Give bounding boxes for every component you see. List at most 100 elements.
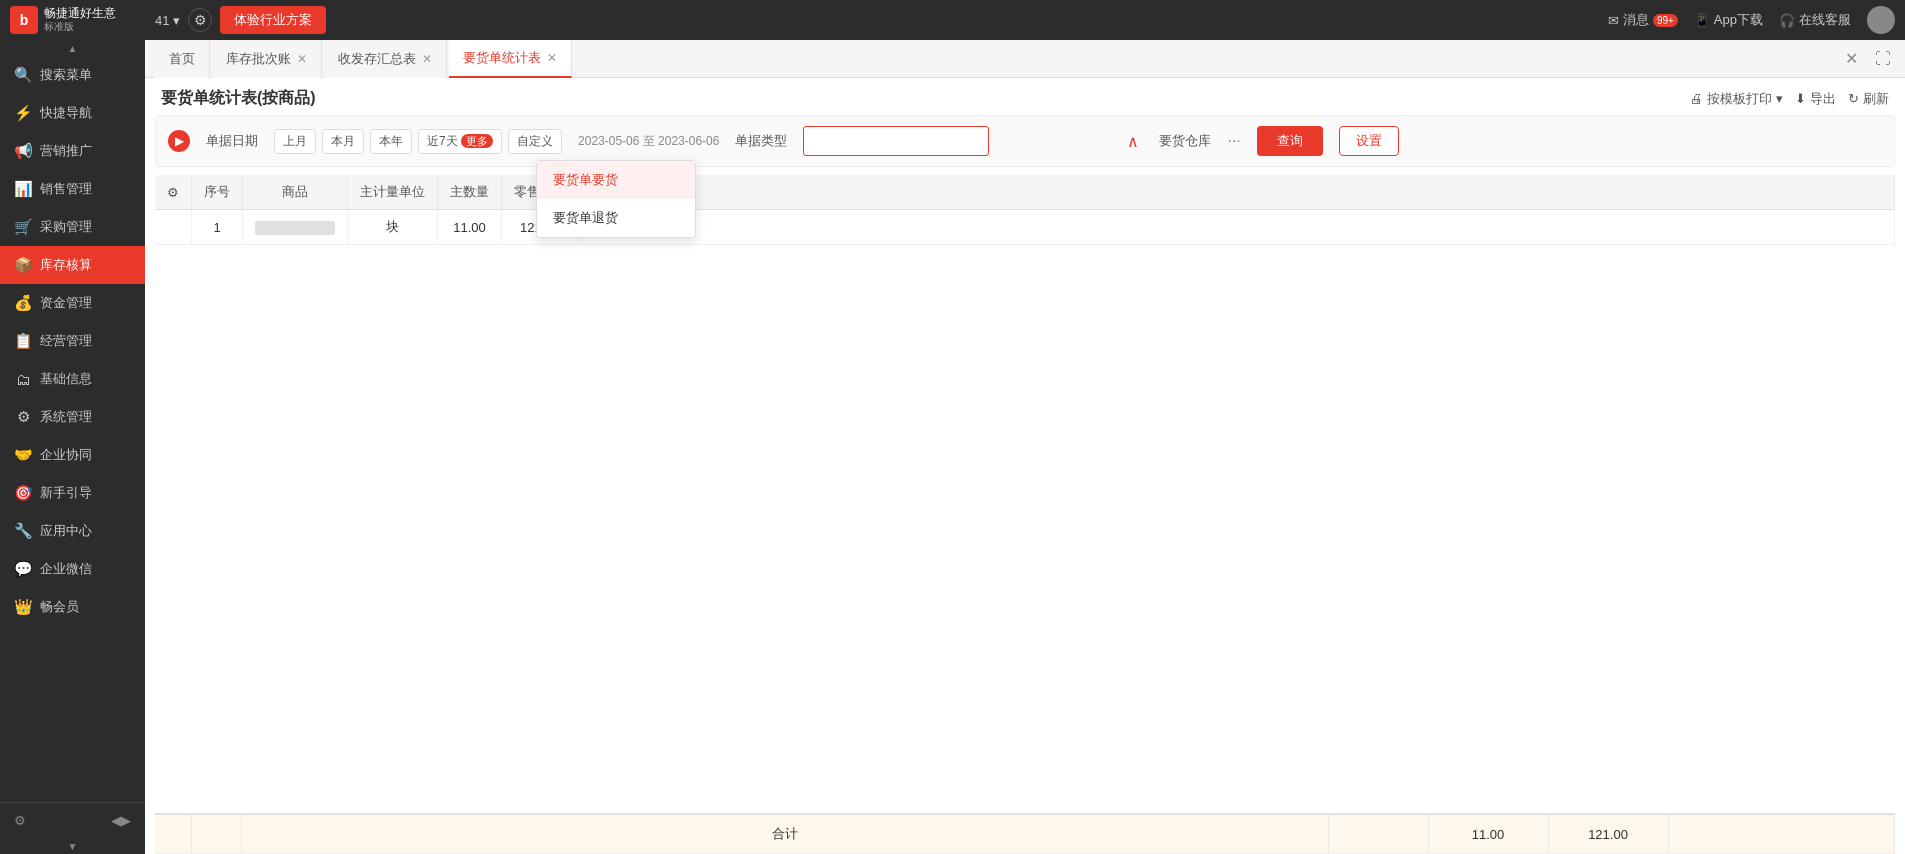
sidebar-item-system[interactable]: ⚙ 系统管理: [0, 398, 145, 436]
sidebar-item-base-info[interactable]: 🗂 基础信息: [0, 360, 145, 398]
online-service-button[interactable]: 🎧 在线客服: [1779, 11, 1851, 29]
tab-close-order-stats[interactable]: ✕: [547, 51, 557, 65]
sidebar-item-purchase[interactable]: 🛒 采购管理: [0, 208, 145, 246]
page-actions: 🖨 按模板打印 ▾ ⬇ 导出 ↻ 刷新: [1690, 90, 1889, 108]
tab-receivable-summary[interactable]: 收发存汇总表 ✕: [324, 40, 447, 78]
column-settings-icon[interactable]: ⚙: [167, 185, 179, 200]
sidebar-item-wechat[interactable]: 💬 企业微信: [0, 550, 145, 588]
sidebar-label-member: 畅会员: [40, 598, 79, 616]
col-empty-header: [579, 175, 1895, 210]
sidebar-item-enterprise[interactable]: 🤝 企业协同: [0, 436, 145, 474]
sidebar-scroll-up[interactable]: ▲: [0, 40, 145, 56]
table-row: 1 块 11.00 121.00: [155, 210, 1895, 245]
sidebar-icon-guide: 🎯: [14, 484, 32, 502]
row-unit-cell: 块: [348, 210, 438, 245]
filter-expand-button[interactable]: ▶: [168, 130, 190, 152]
tab-bar-right: ✕ ⛶: [1839, 47, 1905, 71]
app-download-button[interactable]: 📱 App下载: [1694, 11, 1763, 29]
col-product-header: 商品: [243, 175, 348, 210]
sidebar-icon-wechat: 💬: [14, 560, 32, 578]
service-icon: 🎧: [1779, 13, 1795, 28]
tab-close-inventory-batch[interactable]: ✕: [297, 52, 307, 66]
row-empty-cell: [579, 210, 1895, 245]
sidebar-label-base-info: 基础信息: [40, 370, 92, 388]
refresh-label: 刷新: [1863, 90, 1889, 108]
sidebar-label-purchase: 采购管理: [40, 218, 92, 236]
sidebar-label-marketing: 营销推广: [40, 142, 92, 160]
sidebar-icon-purchase: 🛒: [14, 218, 32, 236]
sidebar-scroll-down[interactable]: ▼: [0, 838, 145, 854]
table-area: ⚙ 序号 商品 主计量单位 主数量 零售金额: [155, 175, 1895, 813]
dropdown-item-0[interactable]: 要货单要货: [537, 161, 695, 199]
date-range-text: 2023-05-06 至 2023-06-06: [578, 133, 719, 150]
tab-bar: 首页库存批次账✕ 收发存汇总表 ✕ 要货单统计表 ✕ ✕ ⛶: [145, 40, 1905, 78]
sidebar-item-member[interactable]: 👑 畅会员: [0, 588, 145, 626]
date-this-month-button[interactable]: 本月: [322, 129, 364, 154]
logo-name: 畅捷通好生意: [44, 6, 116, 20]
chevron-down-icon: ▾: [173, 13, 180, 28]
setting-button[interactable]: 设置: [1339, 126, 1399, 156]
sidebar-icon-inventory: 📦: [14, 256, 32, 274]
sidebar-item-quick-nav[interactable]: ⚡ 快捷导航: [0, 94, 145, 132]
avatar[interactable]: [1867, 6, 1895, 34]
sidebar-label-inventory: 库存核算: [40, 256, 92, 274]
sidebar-item-sales[interactable]: 📊 销售管理: [0, 170, 145, 208]
sidebar-label-guide: 新手引导: [40, 484, 92, 502]
date-last-month-button[interactable]: 上月: [274, 129, 316, 154]
page-content: 要货单统计表(按商品) 🖨 按模板打印 ▾ ⬇ 导出 ↻ 刷新: [145, 78, 1905, 854]
tab-close-all-button[interactable]: ✕: [1839, 47, 1863, 71]
date-custom-button[interactable]: 自定义: [508, 129, 562, 154]
row-qty-cell: 11.00: [438, 210, 502, 245]
row-settings-cell: [155, 210, 192, 245]
message-label: 消息: [1623, 11, 1649, 29]
type-dropdown: 要货单要货 要货单退货: [536, 160, 696, 238]
tab-close-receivable-summary[interactable]: ✕: [422, 52, 432, 66]
warehouse-more-button[interactable]: ···: [1227, 132, 1240, 150]
logo-area: b 畅捷通好生意 标准版: [10, 6, 155, 34]
export-button[interactable]: ⬇ 导出: [1795, 90, 1836, 108]
print-label: 按模板打印: [1707, 90, 1772, 108]
filter-row: ▶ 单据日期 上月 本月 本年 近7天 更多 自定义 2023-05-06 至 …: [168, 126, 1882, 156]
sidebar-icon-operations: 📋: [14, 332, 32, 350]
print-button[interactable]: 🖨 按模板打印 ▾: [1690, 90, 1783, 108]
query-button[interactable]: 查询: [1257, 126, 1323, 156]
sidebar-settings-icon[interactable]: ⚙: [14, 813, 26, 828]
type-filter-clear-icon[interactable]: ∧: [1127, 132, 1139, 151]
sidebar-item-app-center[interactable]: 🔧 应用中心: [0, 512, 145, 550]
sidebar-label-system: 系统管理: [40, 408, 92, 426]
tab-home[interactable]: 首页: [155, 40, 210, 78]
dropdown-item-1[interactable]: 要货单退货: [537, 199, 695, 237]
top-header: b 畅捷通好生意 标准版 41 ▾ ⚙ 体验行业方案 ✉ 消息 99+ 📱 Ap…: [0, 0, 1905, 40]
date-7days-button[interactable]: 近7天 更多: [418, 129, 502, 154]
tab-expand-button[interactable]: ⛶: [1871, 47, 1895, 71]
store-name: 41: [155, 13, 169, 28]
sidebar-item-inventory[interactable]: 📦 库存核算: [0, 246, 145, 284]
refresh-icon: ↻: [1848, 91, 1859, 106]
sidebar-collapse-icon[interactable]: ◀▶: [111, 813, 131, 828]
sidebar-item-marketing[interactable]: 📢 营销推广: [0, 132, 145, 170]
refresh-button[interactable]: ↻ 刷新: [1848, 90, 1889, 108]
store-selector[interactable]: 41 ▾: [155, 13, 180, 28]
row-product-cell: [243, 210, 348, 245]
table-header-row: ⚙ 序号 商品 主计量单位 主数量 零售金额: [155, 175, 1895, 210]
trial-button[interactable]: 体验行业方案: [220, 6, 326, 34]
sidebar-item-finance[interactable]: 💰 资金管理: [0, 284, 145, 322]
tab-inventory-batch[interactable]: 库存批次账✕: [212, 40, 322, 78]
date-this-year-button[interactable]: 本年: [370, 129, 412, 154]
sidebar-item-guide[interactable]: 🎯 新手引导: [0, 474, 145, 512]
type-filter-input[interactable]: [803, 126, 989, 156]
settings-gear-icon[interactable]: ⚙: [188, 8, 212, 32]
message-icon: ✉: [1608, 13, 1619, 28]
warehouse-label: 要货仓库: [1159, 132, 1211, 150]
sidebar-item-search[interactable]: 🔍 搜索菜单: [0, 56, 145, 94]
header-right: ✉ 消息 99+ 📱 App下载 🎧 在线客服: [1608, 6, 1895, 34]
tab-label-receivable-summary: 收发存汇总表: [338, 50, 416, 68]
page-title: 要货单统计表(按商品): [161, 88, 316, 109]
sidebar-item-operations[interactable]: 📋 经营管理: [0, 322, 145, 360]
sidebar-label-finance: 资金管理: [40, 294, 92, 312]
message-button[interactable]: ✉ 消息 99+: [1608, 11, 1678, 29]
tab-order-stats[interactable]: 要货单统计表 ✕: [449, 40, 572, 78]
sidebar-icon-sales: 📊: [14, 180, 32, 198]
tab-label-order-stats: 要货单统计表: [463, 49, 541, 67]
sidebar-label-search: 搜索菜单: [40, 66, 92, 84]
